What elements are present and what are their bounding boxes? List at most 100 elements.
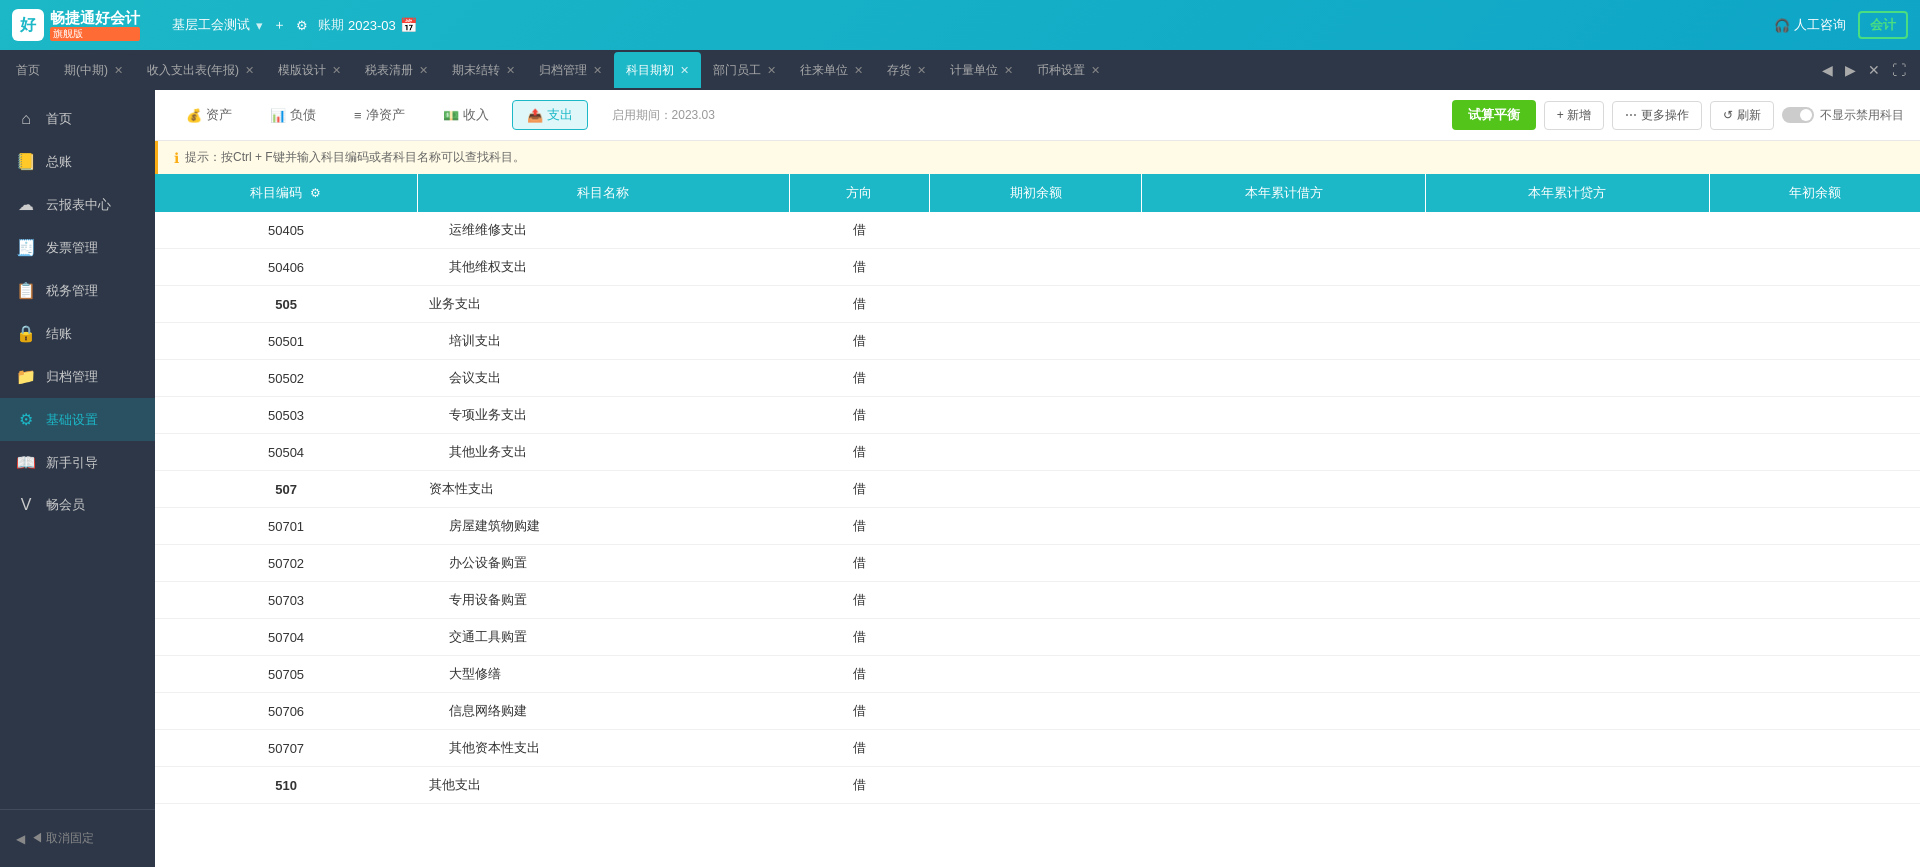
- sidebar-item-jiezhang[interactable]: 🔒 结账: [0, 312, 155, 355]
- table-row[interactable]: 50707 其他资本性支出 借: [155, 730, 1920, 767]
- cell-debit-year: [1142, 767, 1426, 804]
- calendar-icon[interactable]: 📅: [400, 17, 417, 33]
- sidebar-item-zhangbu-label: 总账: [46, 153, 72, 171]
- sidebar-item-shuiwu[interactable]: 📋 税务管理: [0, 269, 155, 312]
- cell-name: 交通工具购置: [417, 619, 789, 656]
- close-icon[interactable]: ✕: [245, 64, 254, 77]
- subnav-item-zhichu[interactable]: 📤 支出: [512, 100, 588, 130]
- tab-zhongqi-label: 期(中期): [64, 62, 108, 79]
- cell-code: 50406: [155, 249, 417, 286]
- tab-cunkuo[interactable]: 存货 ✕: [875, 52, 938, 88]
- tab-bizhong[interactable]: 币种设置 ✕: [1025, 52, 1112, 88]
- top-header: 好 畅捷通好会计 旗舰版 基层工会测试 ▾ ＋ ⚙ 账期 2023-03 📅 🎧…: [0, 0, 1920, 50]
- refresh-button[interactable]: ↺ 刷新: [1710, 101, 1774, 130]
- column-settings-icon[interactable]: ⚙: [310, 186, 321, 200]
- tab-next-icon[interactable]: ▶: [1841, 60, 1860, 80]
- sidebar-item-zhangbu[interactable]: 📒 总账: [0, 140, 155, 183]
- close-icon[interactable]: ✕: [917, 64, 926, 77]
- company-selector[interactable]: 基层工会测试 ▾: [172, 16, 263, 34]
- close-icon[interactable]: ✕: [1004, 64, 1013, 77]
- close-icon[interactable]: ✕: [593, 64, 602, 77]
- tab-muban[interactable]: 模版设计 ✕: [266, 52, 353, 88]
- subnav-item-fuzhai[interactable]: 📊 负债: [255, 100, 331, 130]
- cell-direction: 借: [789, 212, 930, 249]
- cell-credit-year: [1425, 360, 1709, 397]
- table-row[interactable]: 50702 办公设备购置 借: [155, 545, 1920, 582]
- close-icon[interactable]: ✕: [506, 64, 515, 77]
- cell-credit-year: [1425, 693, 1709, 730]
- sidebar-item-baobiao[interactable]: ☁ 云报表中心: [0, 183, 155, 226]
- table-row[interactable]: 50502 会议支出 借: [155, 360, 1920, 397]
- close-icon[interactable]: ✕: [419, 64, 428, 77]
- tab-jiliang[interactable]: 计量单位 ✕: [938, 52, 1025, 88]
- cell-debit-year: [1142, 730, 1426, 767]
- sidebar-item-xinshou[interactable]: 📖 新手引导: [0, 441, 155, 484]
- tab-home[interactable]: 首页: [4, 52, 52, 88]
- tab-zhongqi[interactable]: 期(中期) ✕: [52, 52, 135, 88]
- close-icon[interactable]: ✕: [854, 64, 863, 77]
- pin-sidebar-button[interactable]: ◀ ◀ 取消固定: [0, 820, 155, 857]
- cell-direction: 借: [789, 249, 930, 286]
- table-row[interactable]: 50406 其他维权支出 借: [155, 249, 1920, 286]
- close-icon[interactable]: ✕: [767, 64, 776, 77]
- tab-kemuqichu[interactable]: 科目期初 ✕: [614, 52, 701, 88]
- cell-debit-year: [1142, 693, 1426, 730]
- sidebar-item-gudang[interactable]: 📁 归档管理: [0, 355, 155, 398]
- sub-nav-actions: 试算平衡 + 新增 ⋯ 更多操作 ↺ 刷新 不显示禁用科目: [1452, 100, 1904, 130]
- add-button[interactable]: + 新增: [1544, 101, 1604, 130]
- subnav-zhichu-label: 支出: [547, 106, 573, 124]
- table-row[interactable]: 50405 运维维修支出 借: [155, 212, 1920, 249]
- sidebar-item-huiyuan[interactable]: V 畅会员: [0, 484, 155, 526]
- tab-expand-icon[interactable]: ⛶: [1888, 60, 1910, 80]
- cloud-icon: ☁: [16, 195, 36, 214]
- table-row[interactable]: 50701 房屋建筑物购建 借: [155, 508, 1920, 545]
- balance-button[interactable]: 试算平衡: [1452, 100, 1536, 130]
- cell-debit-year: [1142, 360, 1426, 397]
- close-icon[interactable]: ✕: [114, 64, 123, 77]
- cell-name: 大型修缮: [417, 656, 789, 693]
- settings-icon[interactable]: ⚙: [296, 18, 308, 33]
- table-row[interactable]: 50704 交通工具购置 借: [155, 619, 1920, 656]
- tab-guidang[interactable]: 归档管理 ✕: [527, 52, 614, 88]
- table-row[interactable]: 50706 信息网络购建 借: [155, 693, 1920, 730]
- subnav-item-shouru[interactable]: 💵 收入: [428, 100, 504, 130]
- table-row[interactable]: 505 业务支出 借: [155, 286, 1920, 323]
- sidebar-item-home[interactable]: ⌂ 首页: [0, 98, 155, 140]
- cell-debit-year: [1142, 656, 1426, 693]
- disable-toggle-area[interactable]: 不显示禁用科目: [1782, 107, 1904, 124]
- table-row[interactable]: 510 其他支出 借: [155, 767, 1920, 804]
- close-icon[interactable]: ✕: [1091, 64, 1100, 77]
- table-row[interactable]: 50703 专用设备购置 借: [155, 582, 1920, 619]
- service-button[interactable]: 🎧 人工咨询: [1774, 16, 1846, 34]
- close-icon[interactable]: ✕: [332, 64, 341, 77]
- tab-bumen[interactable]: 部门员工 ✕: [701, 52, 788, 88]
- subnav-item-zichan[interactable]: 💰 资产: [171, 100, 247, 130]
- sidebar-item-fapiao[interactable]: 🧾 发票管理: [0, 226, 155, 269]
- tab-qimo[interactable]: 期末结转 ✕: [440, 52, 527, 88]
- more-actions-button[interactable]: ⋯ 更多操作: [1612, 101, 1702, 130]
- tab-prev-icon[interactable]: ◀: [1818, 60, 1837, 80]
- headset-icon: 🎧: [1774, 18, 1790, 33]
- table-row[interactable]: 50503 专项业务支出 借: [155, 397, 1920, 434]
- tab-close-all-icon[interactable]: ✕: [1864, 60, 1884, 80]
- close-icon[interactable]: ✕: [680, 64, 689, 77]
- subnav-item-jingzichan[interactable]: ≡ 净资产: [339, 100, 420, 130]
- cell-debit-year: [1142, 545, 1426, 582]
- table-row[interactable]: 50504 其他业务支出 借: [155, 434, 1920, 471]
- table-row[interactable]: 507 资本性支出 借: [155, 471, 1920, 508]
- table-wrapper[interactable]: 科目编码 ⚙ 科目名称 方向 期初余额 本年累计借方 本年累计贷方 年初余额 5…: [155, 174, 1920, 867]
- cell-direction: 借: [789, 693, 930, 730]
- add-company-button[interactable]: ＋: [273, 16, 286, 34]
- tab-laiwai[interactable]: 往来单位 ✕: [788, 52, 875, 88]
- table-row[interactable]: 50501 培训支出 借: [155, 323, 1920, 360]
- pin-label: ◀ 取消固定: [31, 830, 94, 847]
- cell-direction: 借: [789, 582, 930, 619]
- kuaiji-button[interactable]: 会计: [1858, 11, 1908, 39]
- tab-shouru[interactable]: 收入支出表(年报) ✕: [135, 52, 266, 88]
- sidebar-item-jichushezhi[interactable]: ⚙ 基础设置: [0, 398, 155, 441]
- subnav-fuzhai-label: 负债: [290, 106, 316, 124]
- tab-shuibiao[interactable]: 税表清册 ✕: [353, 52, 440, 88]
- table-row[interactable]: 50705 大型修缮 借: [155, 656, 1920, 693]
- disable-toggle-switch[interactable]: [1782, 107, 1814, 123]
- col-header-balance: 期初余额: [930, 174, 1142, 212]
